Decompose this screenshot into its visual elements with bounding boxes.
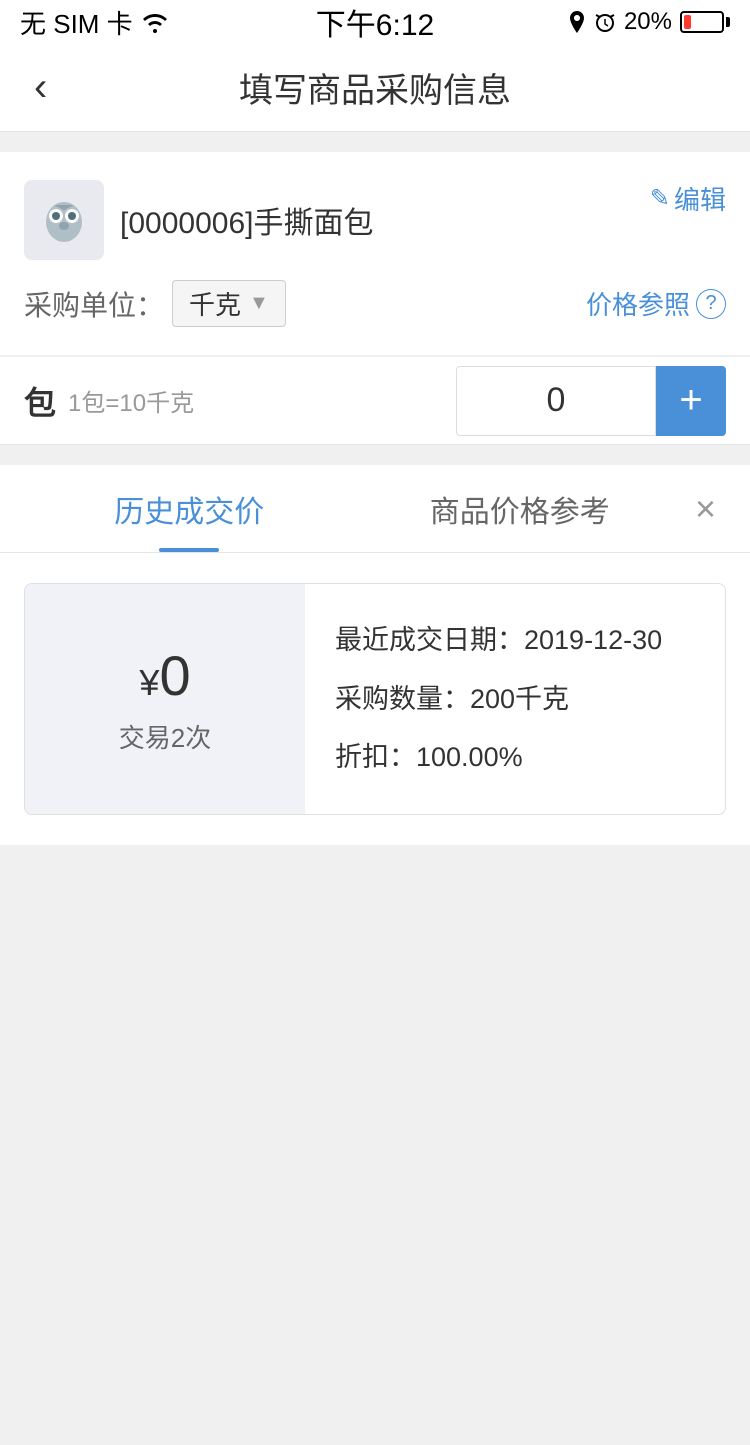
tab-price-ref[interactable]: 商品价格参考 [354,465,684,552]
discount-value: 100.00% [416,742,523,772]
recent-date-value: 2019-12-30 [524,625,662,655]
quantity-input[interactable] [456,366,656,436]
quantity-conversion: 1包=10千克 [68,383,194,418]
alarm-icon [594,11,616,33]
discount-row: 折扣：100.00% [335,737,695,778]
unit-selector[interactable]: 千克 ▼ [172,280,286,327]
help-symbol: ? [705,292,716,315]
product-image [24,180,104,260]
quantity-plus-button[interactable]: + [656,366,726,436]
purchase-quantity-row: 采购数量：200千克 [335,679,695,720]
price-currency-symbol: ¥ [139,662,159,703]
tab-content: ¥0 交易2次 最近成交日期：2019-12-30 采购数量：200千克 折扣：… [0,553,750,845]
transaction-count: 交易2次 [119,718,211,755]
quantity-unit: 包 [24,378,56,424]
recent-date-row: 最近成交日期：2019-12-30 [335,620,695,661]
edit-icon: ✎ [650,184,670,213]
product-card: [0000006]手撕面包 ✎ 编辑 采购单位： 千克 ▼ 价格参照 ? [0,152,750,355]
tab-history-price-label: 历史成交价 [114,487,264,531]
bottom-space [0,845,750,1445]
status-left: 无 SIM 卡 [20,4,169,41]
back-button[interactable]: ‹ [24,55,57,120]
discount-label: 折扣： [335,742,416,772]
carrier-text: 无 SIM 卡 [20,4,133,41]
product-unit-row: 采购单位： 千克 ▼ 价格参照 ? [24,280,726,327]
location-icon [568,11,586,33]
nav-bar: ‹ 填写商品采购信息 [0,44,750,132]
tab-header: 历史成交价 商品价格参考 × [0,465,750,553]
battery-percent: 20% [624,8,672,36]
tab-panel: 历史成交价 商品价格参考 × ¥0 交易2次 最近成交日期：2019-12-30… [0,465,750,845]
status-time: 下午6:12 [316,0,434,44]
help-circle-icon: ? [696,289,726,319]
quantity-label: 包 1包=10千克 [24,378,194,424]
status-bar: 无 SIM 卡 下午6:12 20% [0,0,750,44]
transaction-price: ¥0 [139,643,190,708]
transaction-price-panel: ¥0 交易2次 [25,584,305,814]
unit-dropdown-arrow: ▼ [249,292,269,315]
unit-label-text: 采购单位： [24,284,164,324]
status-right: 20% [568,8,730,36]
transaction-details: 最近成交日期：2019-12-30 采购数量：200千克 折扣：100.00% [305,584,725,814]
price-ref-button[interactable]: 价格参照 ? [586,285,726,322]
unit-value: 千克 [189,285,241,322]
unit-label: 采购单位： 千克 ▼ [24,280,286,327]
recent-date-label: 最近成交日期： [335,625,524,655]
purchase-quantity-label: 采购数量： [335,684,470,714]
price-amount: 0 [159,644,190,707]
battery-indicator [680,11,730,33]
quantity-section: 包 1包=10千克 + [0,357,750,445]
edit-label: 编辑 [674,180,726,217]
transaction-card: ¥0 交易2次 最近成交日期：2019-12-30 采购数量：200千克 折扣：… [24,583,726,815]
product-left: [0000006]手撕面包 [24,180,373,260]
purchase-quantity-value: 200千克 [470,684,569,714]
edit-button[interactable]: ✎ 编辑 [650,180,726,217]
wifi-icon [141,11,169,33]
page-title: 填写商品采购信息 [239,63,511,112]
tab-close-button[interactable]: × [685,478,726,540]
tab-price-ref-label: 商品价格参考 [430,487,610,531]
price-ref-label: 价格参照 [586,285,690,322]
product-header: [0000006]手撕面包 ✎ 编辑 [24,180,726,260]
tab-history-price[interactable]: 历史成交价 [24,465,354,552]
quantity-input-group: + [456,366,726,436]
product-name: [0000006]手撕面包 [120,198,373,242]
